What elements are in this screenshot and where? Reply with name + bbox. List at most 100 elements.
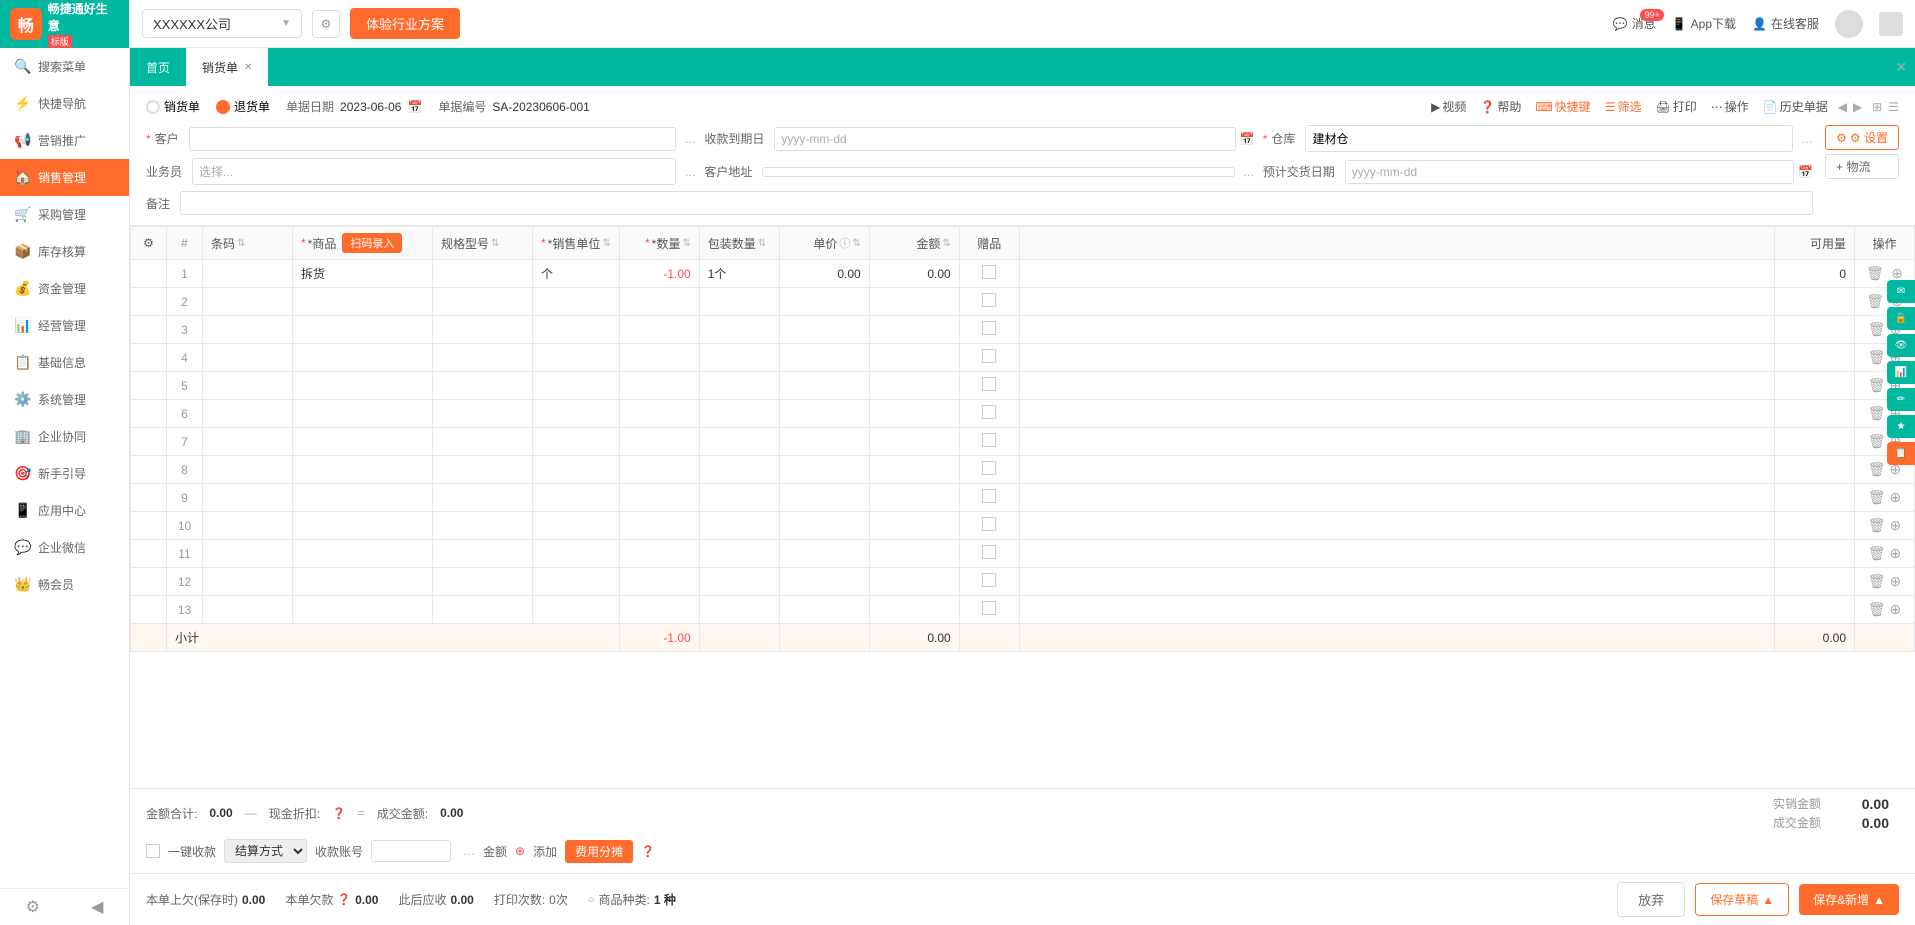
sidebar-item-sales[interactable]: 🏠 销售管理 xyxy=(0,159,129,196)
float-btn-4[interactable]: 📊 xyxy=(1887,361,1915,384)
customer-addr-input[interactable] xyxy=(762,167,1234,177)
sidebar-collapse-btn[interactable]: ◀ xyxy=(91,897,103,917)
sidebar-item-base[interactable]: 📋 基础信息 xyxy=(0,344,129,381)
table-body: 1 拆货 个 -1.00 1个 0.00 0.00 0 xyxy=(131,260,1915,652)
app-download-btn[interactable]: 📱 App下载 xyxy=(1672,15,1736,32)
sidebar-item-marketing[interactable]: 📢 营销推广 xyxy=(0,122,129,159)
radio-return[interactable]: 退货单 xyxy=(216,98,270,115)
sidebar-item-guide[interactable]: 🎯 新手引导 xyxy=(0,455,129,492)
sidebar-item-purchase[interactable]: 🛒 采购管理 xyxy=(0,196,129,233)
sidebar-item-finance[interactable]: 💰 资金管理 xyxy=(0,270,129,307)
delete-row-icon[interactable]: 🗑 xyxy=(1866,293,1884,309)
warehouse-input[interactable]: 建材仓 xyxy=(1305,125,1793,152)
tab-sales-bill[interactable]: 销货单 ✕ xyxy=(186,48,268,86)
sidebar-item-business[interactable]: 📊 经营管理 xyxy=(0,307,129,344)
warehouse-more-icon[interactable]: … xyxy=(1801,132,1813,146)
abandon-button[interactable]: 放弃 xyxy=(1617,882,1685,917)
help-btn[interactable]: ❓ 帮助 xyxy=(1476,96,1525,117)
radio-sale[interactable]: 销货单 xyxy=(146,98,200,115)
form-settings-btn[interactable]: ⚙ ⚙ 设置 xyxy=(1825,125,1899,150)
account-more-icon[interactable]: … xyxy=(463,844,475,858)
one-click-pay-checkbox[interactable] xyxy=(146,844,160,858)
date-calendar-icon[interactable]: 📅 xyxy=(407,100,422,114)
notes-input[interactable] xyxy=(180,191,1813,215)
discount-info-icon[interactable]: ❓ xyxy=(332,807,346,820)
copy-row-icon[interactable]: ⊕ xyxy=(1891,265,1903,281)
user-avatar[interactable] xyxy=(1835,10,1863,38)
sidebar-item-member[interactable]: 👑 畅会员 xyxy=(0,566,129,603)
gift-checkbox-1[interactable] xyxy=(982,265,996,279)
prev-record-icon[interactable]: ◀ xyxy=(1838,100,1847,114)
gift-checkbox-2[interactable] xyxy=(982,293,996,307)
sales-icon: 🏠 xyxy=(14,169,30,186)
add-payment-icon[interactable]: ⊕ xyxy=(515,844,525,858)
payment-date-calendar-icon[interactable]: 📅 xyxy=(1240,132,1255,146)
sidebar-item-search[interactable]: 🔍 搜索菜单 xyxy=(0,48,129,85)
company-selector[interactable]: XXXXXX公司 ▼ xyxy=(142,9,302,38)
col-settings[interactable]: ⚙ xyxy=(131,227,167,260)
sidebar-item-apps[interactable]: 📱 应用中心 xyxy=(0,492,129,529)
expense-info-icon[interactable]: ❓ xyxy=(641,845,655,858)
help-icon: ❓ xyxy=(1480,100,1495,114)
shortcut-btn[interactable]: ⌨ 快捷键 xyxy=(1531,96,1594,117)
table-scroll[interactable]: ⚙ # 条码 ⇅ * *商品 xyxy=(130,226,1915,788)
sidebar-item-enterprise[interactable]: 🏢 企业协同 xyxy=(0,418,129,455)
trial-button[interactable]: 体验行业方案 xyxy=(350,8,460,39)
operations-btn[interactable]: ⋯ 操作 xyxy=(1707,96,1753,117)
settings-gear-btn[interactable]: ⚙ xyxy=(312,10,340,38)
bill-no-group: 单据编号 SA-20230606-001 xyxy=(438,98,589,115)
customer-more-icon[interactable]: … xyxy=(684,132,696,146)
payment-method-select[interactable]: 结算方式 xyxy=(224,839,307,863)
sidebar-bottom: ⚙ ◀ xyxy=(0,888,129,925)
history-btn[interactable]: 📄 历史单据 xyxy=(1759,96,1832,117)
delete-row-icon[interactable]: 🗑 xyxy=(1866,265,1884,281)
col-available-header: 可用量 xyxy=(1775,227,1855,260)
video-btn[interactable]: ▶ 视频 xyxy=(1427,96,1470,117)
form-row-2: 业务员 选择... … 客户地址 … 预计交货日期 yyyy-mm-dd xyxy=(146,158,1813,185)
expense-split-btn[interactable]: 费用分摊 xyxy=(565,840,633,863)
grid-view-icon[interactable]: ⊞ xyxy=(1872,100,1882,114)
sidebar-settings-btn[interactable]: ⚙ xyxy=(26,897,40,917)
addr-more-icon[interactable]: … xyxy=(1243,165,1255,179)
price-info-icon[interactable]: ⓘ xyxy=(839,235,850,251)
quicknav-icon: ⚡ xyxy=(14,95,30,112)
col-goods-header: * *商品 扫码录入 xyxy=(293,227,433,260)
sidebar-item-quick-nav[interactable]: ⚡ 快捷导航 xyxy=(0,85,129,122)
save-new-button[interactable]: 保存&新增 ▲ xyxy=(1799,884,1899,915)
goods-type-checkbox[interactable]: ○ xyxy=(588,894,595,906)
filter-btn[interactable]: ☰ 筛选 xyxy=(1601,96,1646,117)
logo-text: 畅捷通好生意 标版 xyxy=(48,0,119,48)
page-close-btn[interactable]: ✕ xyxy=(1887,59,1915,76)
payment-date-input[interactable]: yyyy-mm-dd xyxy=(774,127,1235,151)
messages-btn[interactable]: 💬 消息 99+ xyxy=(1613,15,1656,32)
next-record-icon[interactable]: ▶ xyxy=(1853,100,1862,114)
apps-icon: 📱 xyxy=(14,502,30,519)
salesperson-more-icon[interactable]: … xyxy=(684,165,696,179)
delivery-calendar-icon[interactable]: 📅 xyxy=(1798,165,1813,179)
float-btn-7[interactable]: 📋 xyxy=(1887,442,1915,465)
form-logistics-btn[interactable]: + 物流 xyxy=(1825,154,1899,179)
goods-type-stat: ○ 商品种类: 1 种 xyxy=(588,891,676,908)
salesperson-input[interactable]: 选择... xyxy=(192,158,676,185)
sidebar-item-inventory[interactable]: 📦 库存核算 xyxy=(0,233,129,270)
tab-close-icon[interactable]: ✕ xyxy=(244,62,252,73)
float-btn-2[interactable]: 🔒 xyxy=(1887,307,1915,330)
print-icon: 🖨 xyxy=(1655,100,1670,114)
float-btn-5[interactable]: ✏ xyxy=(1887,388,1915,411)
sidebar-item-system[interactable]: ⚙️ 系统管理 xyxy=(0,381,129,418)
float-btn-3[interactable]: 👁 xyxy=(1887,334,1915,357)
scan-btn[interactable]: 扫码录入 xyxy=(342,233,402,253)
expected-delivery-input[interactable]: yyyy-mm-dd xyxy=(1345,160,1794,184)
sidebar-item-wechat[interactable]: 💬 企业微信 xyxy=(0,529,129,566)
customer-input[interactable] xyxy=(189,127,677,151)
list-view-icon[interactable]: ☰ xyxy=(1888,100,1899,114)
tab-home[interactable]: 首页 xyxy=(130,48,186,86)
payment-account-input[interactable] xyxy=(371,840,451,862)
online-service-btn[interactable]: 👤 在线客服 xyxy=(1752,15,1819,32)
user-menu-btn[interactable] xyxy=(1879,12,1903,36)
float-btn-1[interactable]: ✉ xyxy=(1887,280,1915,303)
owed-info-icon[interactable]: ❓ xyxy=(337,893,351,906)
save-draft-button[interactable]: 保存草稿 ▲ xyxy=(1695,883,1789,916)
float-btn-6[interactable]: ★ xyxy=(1887,415,1915,438)
print-btn[interactable]: 🖨 打印 xyxy=(1651,96,1700,117)
